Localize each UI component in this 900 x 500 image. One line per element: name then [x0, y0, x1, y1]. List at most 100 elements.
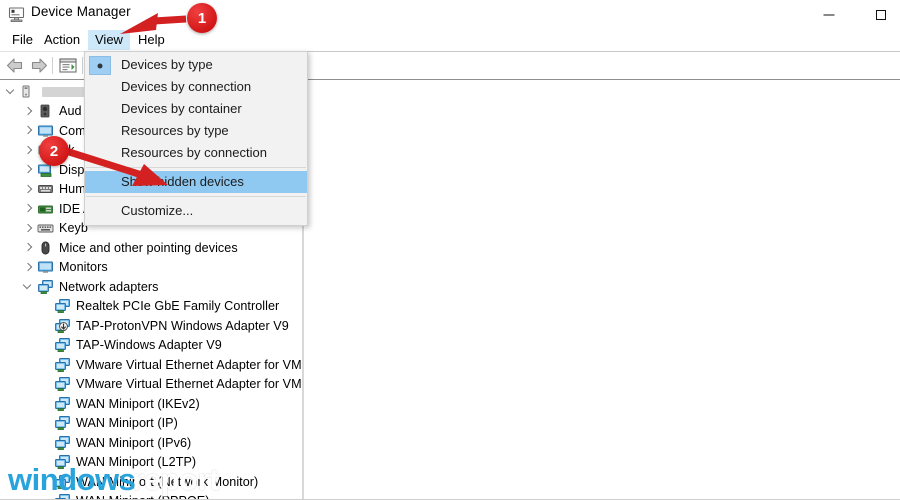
- chevron-right-icon[interactable]: [21, 102, 37, 121]
- view-menu-item[interactable]: Show hidden devices: [85, 171, 307, 193]
- chevron-right-icon[interactable]: [21, 199, 37, 218]
- tree-node[interactable]: Network adapters: [21, 277, 159, 296]
- window-title: Device Manager: [31, 4, 131, 19]
- tree-node[interactable]: WAN Miniport (PPPOE): [38, 492, 210, 500]
- tree-node-label: Mice and other pointing devices: [59, 240, 238, 255]
- menu-item-action[interactable]: Action: [37, 30, 87, 50]
- menu-separator: [86, 167, 306, 168]
- chevron-right-icon[interactable]: [21, 180, 37, 199]
- network-adapter-icon: [54, 435, 71, 451]
- tree-node-label: WAN Miniport (PPPOE): [76, 494, 210, 499]
- menu-item-view[interactable]: View: [88, 30, 130, 50]
- view-menu-item-label: Devices by type: [121, 57, 213, 72]
- ide-controller-icon: [37, 201, 54, 217]
- menu-separator: [86, 196, 306, 197]
- tree-node[interactable]: Monitors: [21, 258, 108, 277]
- minimize-button[interactable]: [806, 0, 852, 29]
- minimize-icon: [823, 14, 835, 15]
- chevron-right-icon[interactable]: [21, 141, 37, 160]
- tree-node[interactable]: IDE A: [21, 199, 91, 218]
- monitor-icon: [37, 259, 54, 275]
- menu-item-help[interactable]: Help: [131, 30, 172, 50]
- properties-icon: [59, 58, 77, 73]
- maximize-button[interactable]: [858, 0, 900, 29]
- chevron-right-icon[interactable]: [21, 258, 37, 277]
- forward-icon: [31, 58, 48, 73]
- tree-node[interactable]: Realtek PCIe GbE Family Controller: [38, 297, 279, 316]
- tree-node[interactable]: VMware Virtual Ethernet Adapter for VMne…: [38, 355, 302, 374]
- annotation-badge-1: 1: [187, 3, 217, 33]
- tree-node-label: Network adapters: [59, 279, 159, 294]
- tree-node-label: WAN Miniport (IPv6): [76, 435, 192, 450]
- properties-button[interactable]: [57, 55, 79, 76]
- chevron-right-icon[interactable]: [21, 219, 37, 238]
- tree-node[interactable]: Hum: [21, 180, 86, 199]
- tree-node-label: TAP-Windows Adapter V9: [76, 338, 222, 352]
- network-adapter-disabled-icon: [54, 318, 71, 334]
- back-button[interactable]: [4, 55, 26, 76]
- view-menu-item[interactable]: Devices by connection: [85, 76, 307, 98]
- network-adapter-icon: [54, 337, 71, 353]
- annotation-badge-2: 2: [39, 136, 69, 166]
- tree-node-label: Disp: [59, 162, 85, 177]
- chevron-down-icon[interactable]: [4, 82, 20, 101]
- tree-node-label: WAN Miniport (IKEv2): [76, 396, 200, 411]
- tree-node-label: Com: [59, 123, 86, 138]
- chevron-right-icon[interactable]: [21, 121, 37, 140]
- view-menu-item-label: Resources by type: [121, 123, 229, 138]
- network-adapter-icon: [54, 357, 71, 373]
- tree-node-label: VMware Virtual Ethernet Adapter for VMne…: [76, 357, 302, 372]
- tree-node[interactable]: WAN Miniport (IPv6): [38, 433, 191, 452]
- network-adapter-icon: [37, 279, 54, 295]
- menu-item-file[interactable]: File: [5, 30, 40, 50]
- network-adapter-icon: [54, 493, 71, 499]
- back-icon: [6, 58, 23, 73]
- computer-icon: [20, 84, 37, 100]
- tree-node[interactable]: Aud: [21, 102, 82, 121]
- tree-node[interactable]: Mice and other pointing devices: [21, 238, 238, 257]
- tree-node[interactable]: WAN Miniport (L2TP): [38, 453, 196, 472]
- chevron-right-icon[interactable]: [21, 160, 37, 179]
- tree-node[interactable]: WAN Miniport (IP): [38, 414, 178, 433]
- network-adapter-icon: [54, 415, 71, 431]
- view-menu-item-label: Resources by connection: [121, 145, 267, 160]
- view-menu-item-label: Show hidden devices: [121, 174, 244, 189]
- view-menu-item-label: Customize...: [121, 203, 194, 218]
- tree-node[interactable]: WAN Miniport (IKEv2): [38, 394, 200, 413]
- tree-node[interactable]: TAP-ProtonVPN Windows Adapter V9: [38, 316, 289, 335]
- hid-icon: [37, 181, 54, 197]
- menu-bar: File Action View Help: [0, 29, 900, 52]
- tree-node[interactable]: TAP-Windows Adapter V9: [38, 336, 222, 355]
- tree-node[interactable]: Keyb: [21, 219, 88, 238]
- device-manager-window: Device Manager File Action View Help Aud…: [0, 0, 900, 500]
- audio-icon: [37, 103, 54, 119]
- tree-node[interactable]: WAN Miniport (Network Monitor): [38, 472, 258, 491]
- toolbar-separator: [52, 57, 53, 74]
- radio-selected-icon: [89, 56, 111, 75]
- maximize-icon: [876, 9, 886, 20]
- view-menu-item[interactable]: Devices by type: [85, 54, 307, 76]
- view-dropdown-menu[interactable]: Devices by type Devices by connection Devi…: [84, 51, 308, 226]
- view-menu-item[interactable]: Resources by connection: [85, 142, 307, 164]
- forward-button[interactable]: [28, 55, 50, 76]
- title-bar: Device Manager: [0, 0, 900, 30]
- tree-node-label: WAN Miniport (L2TP): [76, 455, 197, 469]
- view-menu-item[interactable]: Devices by container: [85, 98, 307, 120]
- keyboard-icon: [37, 220, 54, 236]
- chevron-right-icon[interactable]: [21, 238, 37, 257]
- tree-node[interactable]: VMware Virtual Ethernet Adapter for VMne…: [38, 375, 302, 394]
- right-pane-top-border: [303, 51, 900, 52]
- view-menu-item[interactable]: Resources by type: [85, 120, 307, 142]
- chevron-down-icon[interactable]: [21, 277, 37, 296]
- view-menu-item[interactable]: Customize...: [85, 200, 307, 222]
- network-adapter-icon: [54, 474, 71, 490]
- network-adapter-icon: [54, 376, 71, 392]
